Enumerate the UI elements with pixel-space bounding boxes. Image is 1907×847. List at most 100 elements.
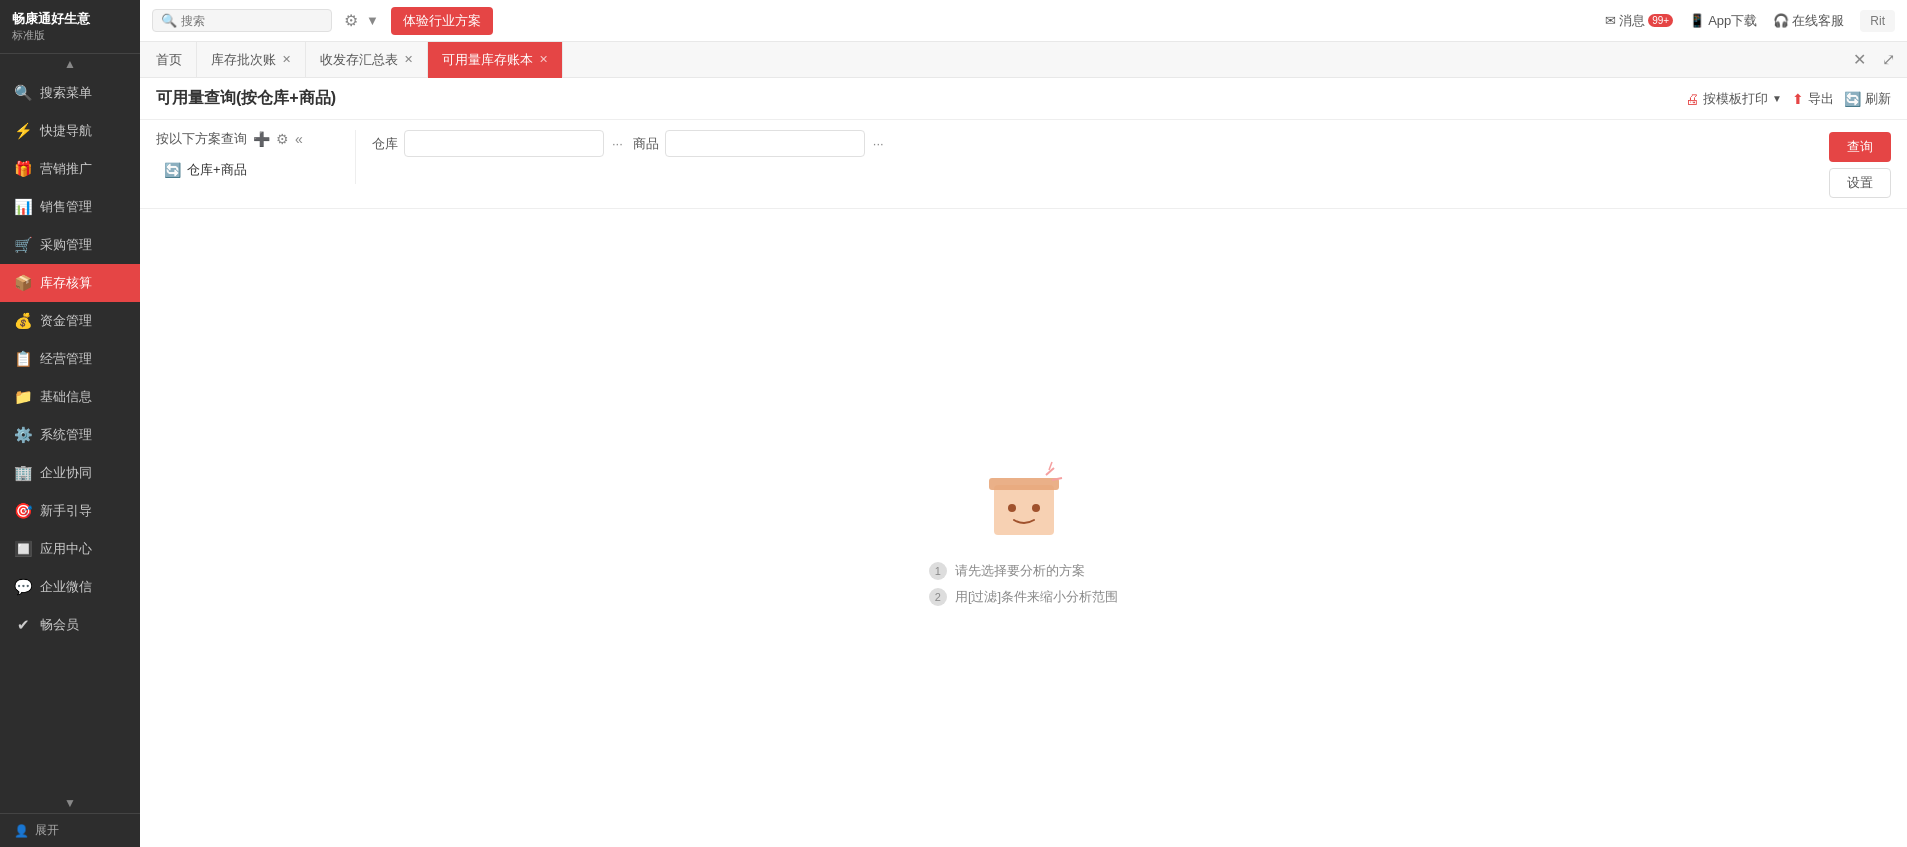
sidebar-item-label: 新手引导 (40, 502, 92, 520)
sidebar-item-enterprise[interactable]: 🏢 企业协同 (0, 454, 140, 492)
search-box[interactable]: 🔍 (152, 9, 332, 32)
sidebar-item-purchase[interactable]: 🛒 采购管理 (0, 226, 140, 264)
online-service-btn[interactable]: 🎧 在线客服 (1773, 12, 1844, 30)
sidebar-item-search[interactable]: 🔍 搜索菜单 (0, 74, 140, 112)
tabs-bar: 首页 库存批次账 ✕ 收发存汇总表 ✕ 可用量库存账本 ✕ ✕ ⤢ (140, 42, 1907, 78)
sidebar-item-marketing[interactable]: 🎁 营销推广 (0, 150, 140, 188)
sidebar-bottom[interactable]: 👤 展开 (0, 813, 140, 847)
warehouse-label: 仓库 (372, 135, 398, 153)
sidebar-logo: 畅康通好生意 标准版 (0, 0, 140, 54)
gear-icon[interactable]: ⚙ (344, 11, 358, 30)
tab-collect-summary-close[interactable]: ✕ (404, 53, 413, 66)
sidebar-item-label: 畅会员 (40, 616, 79, 634)
svg-rect-1 (989, 478, 1059, 490)
finance-icon: 💰 (14, 312, 32, 330)
industry-btn[interactable]: 体验行业方案 (391, 7, 493, 35)
sidebar-item-sales[interactable]: 📊 销售管理 (0, 188, 140, 226)
warehouse-input[interactable] (404, 130, 604, 157)
query-btn[interactable]: 查询 (1829, 132, 1891, 162)
sidebar-item-label: 应用中心 (40, 540, 92, 558)
basics-icon: 📁 (14, 388, 32, 406)
sidebar-item-wechat[interactable]: 💬 企业微信 (0, 568, 140, 606)
filter-scheme-panel: 按以下方案查询 ➕ ⚙ « 🔄 仓库+商品 (156, 130, 356, 184)
sidebar-item-inventory[interactable]: 📦 库存核算 (0, 264, 140, 302)
sidebar-item-label: 营销推广 (40, 160, 92, 178)
inventory-icon: 📦 (14, 274, 32, 292)
dropdown-icon[interactable]: ▼ (366, 13, 379, 28)
sidebar-item-label: 销售管理 (40, 198, 92, 216)
svg-point-3 (1032, 504, 1040, 512)
tab-collect-summary[interactable]: 收发存汇总表 ✕ (306, 42, 428, 78)
sidebar-item-finance[interactable]: 💰 资金管理 (0, 302, 140, 340)
tip-num-2: 2 (929, 588, 947, 606)
print-template-btn[interactable]: 🖨 按模板打印 ▼ (1685, 90, 1782, 108)
app-download-btn[interactable]: 📱 App下载 (1689, 12, 1757, 30)
tabs-right: ✕ ⤢ (1841, 48, 1907, 71)
sidebar-item-appstore[interactable]: 🔲 应用中心 (0, 530, 140, 568)
warehouse-more-btn[interactable]: ··· (612, 136, 623, 151)
page-title: 可用量查询(按仓库+商品) (156, 88, 336, 109)
product-input[interactable] (665, 130, 865, 157)
dropdown-arrow: ▼ (1772, 93, 1782, 104)
sidebar-item-basics[interactable]: 📁 基础信息 (0, 378, 140, 416)
sidebar-item-newbie[interactable]: 🎯 新手引导 (0, 492, 140, 530)
top-header: 🔍 ⚙ ▼ 体验行业方案 ✉ 消息 99+ 📱 App下载 🎧 在线客服 Rit (140, 0, 1907, 42)
enterprise-icon: 🏢 (14, 464, 32, 482)
print-icon: 🖨 (1685, 91, 1699, 107)
sidebar-scroll-down[interactable]: ▼ (0, 793, 140, 813)
refresh-btn[interactable]: 🔄 刷新 (1844, 90, 1891, 108)
product-more-btn[interactable]: ··· (873, 136, 884, 151)
sidebar-item-quick-nav[interactable]: ⚡ 快捷导航 (0, 112, 140, 150)
scheme-item-label: 仓库+商品 (187, 161, 247, 179)
user-info[interactable]: Rit (1860, 10, 1895, 32)
tab-home[interactable]: 首页 (140, 42, 197, 78)
search-icon: 🔍 (14, 84, 32, 102)
purchase-icon: 🛒 (14, 236, 32, 254)
wechat-icon: 💬 (14, 578, 32, 596)
collapse-panel-btn[interactable]: « (295, 131, 303, 147)
scheme-item-warehouse-product[interactable]: 🔄 仓库+商品 (156, 156, 343, 184)
filter-field-warehouse: 仓库 ··· (372, 130, 623, 157)
main-area: 🔍 ⚙ ▼ 体验行业方案 ✉ 消息 99+ 📱 App下载 🎧 在线客服 Rit (140, 0, 1907, 847)
sidebar-item-label: 经营管理 (40, 350, 92, 368)
notification-badge: 99+ (1648, 14, 1673, 27)
empty-tips: 1 请先选择要分析的方案 2 用[过滤]条件来缩小分析范围 (929, 562, 1118, 606)
export-icon: ⬆ (1792, 91, 1804, 107)
tab-available-qty-label: 可用量库存账本 (442, 51, 533, 69)
newbie-icon: 🎯 (14, 502, 32, 520)
setting-btn[interactable]: 设置 (1829, 168, 1891, 198)
sidebar-item-member[interactable]: ✔ 畅会员 (0, 606, 140, 644)
empty-tip-2: 2 用[过滤]条件来缩小分析范围 (929, 588, 1118, 606)
sidebar-item-operation[interactable]: 📋 经营管理 (0, 340, 140, 378)
export-btn[interactable]: ⬆ 导出 (1792, 90, 1834, 108)
sidebar-scroll-up[interactable]: ▲ (0, 54, 140, 74)
tab-available-qty[interactable]: 可用量库存账本 ✕ (428, 42, 563, 78)
tab-batch-account-label: 库存批次账 (211, 51, 276, 69)
notification-btn[interactable]: ✉ 消息 99+ (1605, 12, 1673, 30)
sidebar-item-label: 企业微信 (40, 578, 92, 596)
empty-illustration (974, 450, 1074, 550)
edit-scheme-btn[interactable]: ⚙ (276, 131, 289, 147)
sidebar: 畅康通好生意 标准版 ▲ 🔍 搜索菜单 ⚡ 快捷导航 🎁 营销推广 📊 销售管理… (0, 0, 140, 847)
search-input[interactable] (181, 14, 301, 28)
tab-available-qty-close[interactable]: ✕ (539, 53, 548, 66)
filter-area: 按以下方案查询 ➕ ⚙ « 🔄 仓库+商品 仓库 ··· 商品 (140, 120, 1907, 209)
tab-batch-account[interactable]: 库存批次账 ✕ (197, 42, 306, 78)
add-scheme-btn[interactable]: ➕ (253, 131, 270, 147)
filter-fields: 仓库 ··· 商品 ··· (356, 130, 1819, 157)
tab-batch-account-close[interactable]: ✕ (282, 53, 291, 66)
header-right: ✉ 消息 99+ 📱 App下载 🎧 在线客服 Rit (1605, 10, 1895, 32)
sidebar-item-label: 企业协同 (40, 464, 92, 482)
scheme-icon: 🔄 (164, 162, 181, 178)
tab-collect-summary-label: 收发存汇总表 (320, 51, 398, 69)
sidebar-bottom-icon: 👤 (14, 824, 29, 838)
tab-close-all-btn[interactable]: ✕ (1849, 48, 1870, 71)
refresh-icon: 🔄 (1844, 91, 1861, 107)
sidebar-item-system[interactable]: ⚙️ 系统管理 (0, 416, 140, 454)
tab-expand-btn[interactable]: ⤢ (1878, 48, 1899, 71)
online-service-label: 在线客服 (1792, 12, 1844, 30)
sidebar-bottom-label: 展开 (35, 822, 59, 839)
page-header-actions: 🖨 按模板打印 ▼ ⬆ 导出 🔄 刷新 (1685, 90, 1891, 108)
filter-field-product: 商品 ··· (633, 130, 884, 157)
marketing-icon: 🎁 (14, 160, 32, 178)
